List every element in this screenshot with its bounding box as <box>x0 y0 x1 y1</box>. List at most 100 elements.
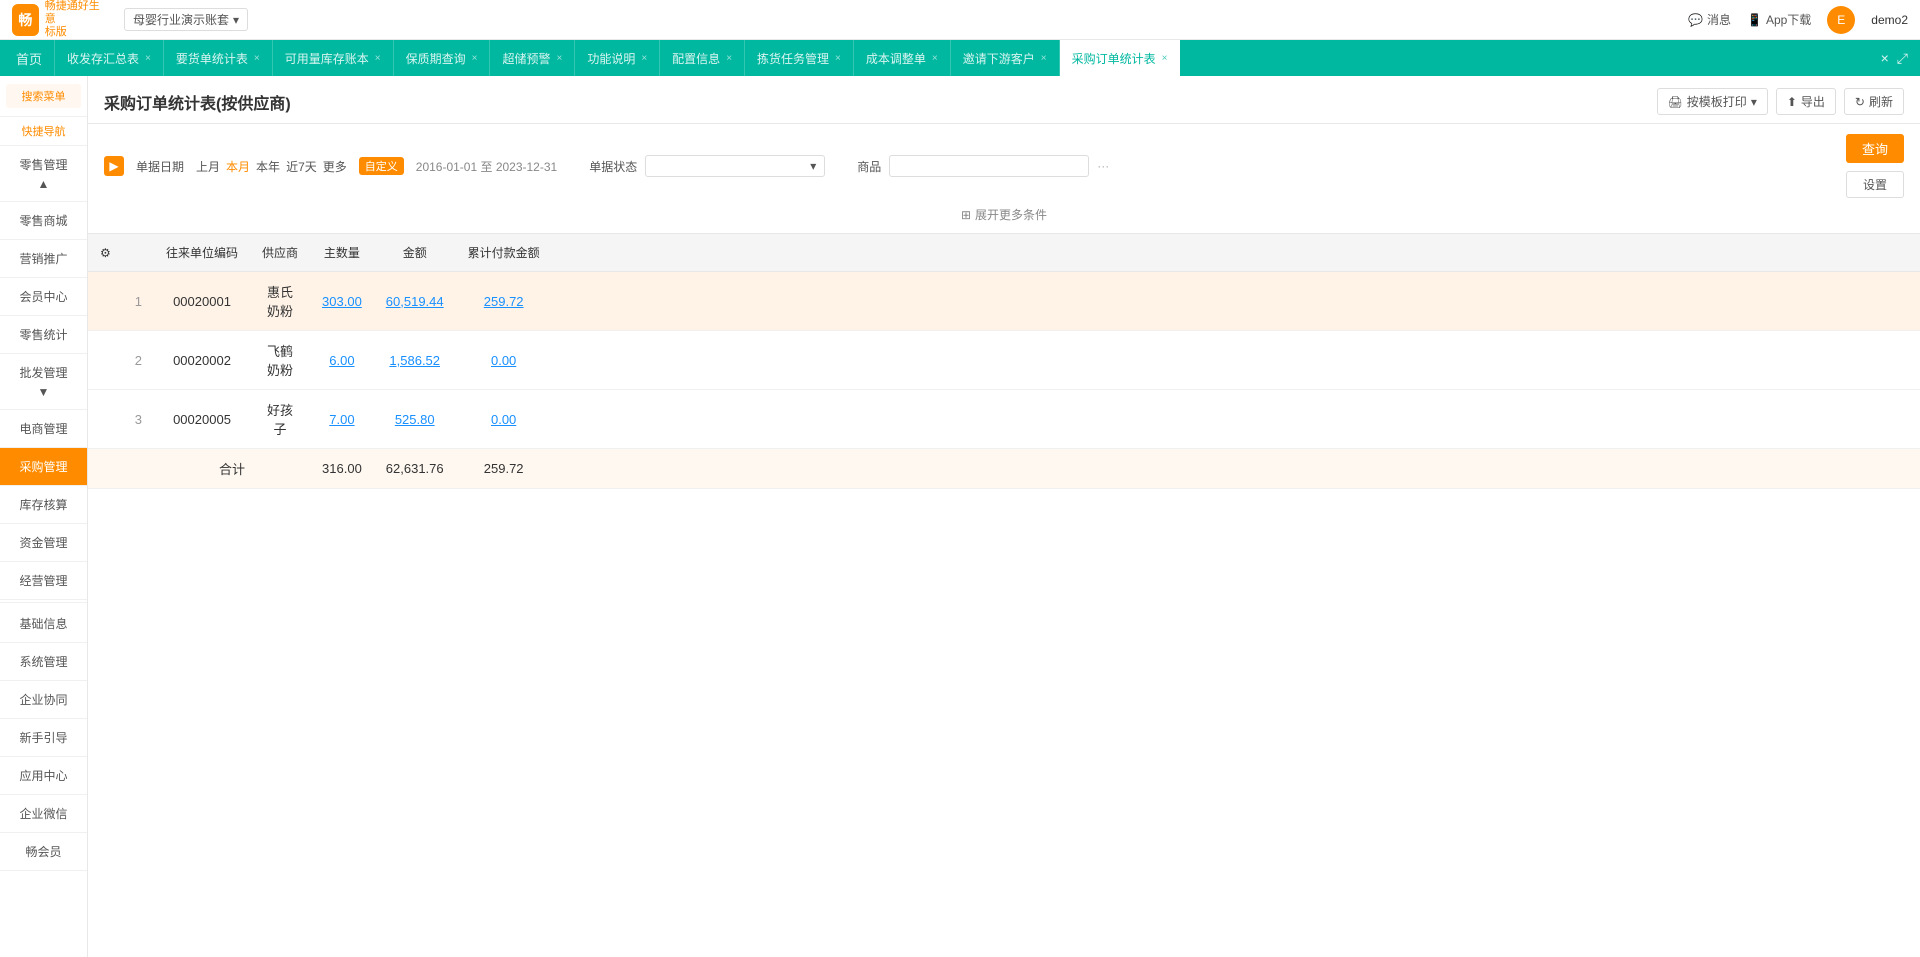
close-icon[interactable]: × <box>145 53 151 64</box>
table-row[interactable]: 1 00020001 惠氏奶粉 303.00 60,519.44 259.72 <box>88 272 1920 331</box>
cell-code: 00020005 <box>154 390 250 449</box>
more-filters-icon[interactable]: ··· <box>1097 159 1109 173</box>
goods-label: 商品 <box>857 158 881 175</box>
close-icon[interactable]: × <box>1041 53 1047 64</box>
sidebar-item-appcenter[interactable]: 应用中心 <box>0 757 87 795</box>
shortcut-7days[interactable]: 近7天 <box>286 158 317 175</box>
query-button[interactable]: 查询 <box>1846 134 1904 163</box>
sidebar-item-vip[interactable]: 畅会员 <box>0 833 87 871</box>
action-buttons: 查询 设置 <box>1846 134 1904 198</box>
tab-expiry[interactable]: 保质期查询 × <box>394 40 491 76</box>
shortcut-more[interactable]: 更多 <box>323 158 347 175</box>
print-button[interactable]: 🖨 按模板打印 ▾ <box>1657 88 1768 115</box>
setting-button[interactable]: 设置 <box>1846 171 1904 198</box>
close-window-icon[interactable]: × <box>1881 50 1889 66</box>
cell-quantity[interactable]: 303.00 <box>310 272 374 331</box>
cell-paid[interactable]: 0.00 <box>456 390 552 449</box>
cell-amount[interactable]: 60,519.44 <box>374 272 456 331</box>
sidebar-quick-nav[interactable]: 快捷导航 <box>0 117 87 146</box>
table-row[interactable]: 3 00020005 好孩子 7.00 525.80 0.00 <box>88 390 1920 449</box>
close-icon[interactable]: × <box>726 53 732 64</box>
close-icon[interactable]: × <box>1162 53 1168 64</box>
sidebar-item-system[interactable]: 系统管理 <box>0 643 87 681</box>
cell-rownum: 2 <box>123 331 154 390</box>
shortcut-this-month[interactable]: 本月 <box>226 158 250 175</box>
close-icon[interactable]: × <box>254 53 260 64</box>
tab-purchase-stat[interactable]: 采购订单统计表 × <box>1060 40 1181 76</box>
close-icon[interactable]: × <box>472 53 478 64</box>
col-code: 往来单位编码 <box>154 234 250 272</box>
tab-function[interactable]: 功能说明 × <box>575 40 660 76</box>
sidebar-item-retail-shop[interactable]: 零售商城 <box>0 202 87 240</box>
cell-paid[interactable]: 259.72 <box>456 272 552 331</box>
shortcut-last-month[interactable]: 上月 <box>196 158 220 175</box>
date-shortcuts: 上月 本月 本年 近7天 更多 <box>196 158 347 175</box>
tab-overstock[interactable]: 超储预警 × <box>490 40 575 76</box>
refresh-button[interactable]: ↻ 刷新 <box>1844 88 1904 115</box>
user-name[interactable]: demo2 <box>1871 13 1908 27</box>
cell-settings <box>88 272 123 331</box>
cell-quantity[interactable]: 7.00 <box>310 390 374 449</box>
sidebar-item-guide[interactable]: 新手引导 <box>0 719 87 757</box>
filter-row-1: ▶ 单据日期 上月 本月 本年 近7天 更多 自定义 2016-01-01 至 … <box>104 134 1904 198</box>
sidebar-item-wechat[interactable]: 企业微信 <box>0 795 87 833</box>
tab-inventory-book[interactable]: 可用量库存账本 × <box>273 40 394 76</box>
tab-invite[interactable]: 邀请下游客户 × <box>951 40 1060 76</box>
sidebar-item-operation[interactable]: 经营管理 <box>0 562 87 600</box>
goods-input[interactable] <box>889 155 1089 177</box>
tab-receive-summary[interactable]: 收发存汇总表 × <box>55 40 164 76</box>
close-icon[interactable]: × <box>641 53 647 64</box>
tab-config[interactable]: 配置信息 × <box>660 40 745 76</box>
tab-pick-task[interactable]: 拣货任务管理 × <box>745 40 854 76</box>
close-icon[interactable]: × <box>835 53 841 64</box>
footer-amount: 62,631.76 <box>374 449 456 489</box>
search-menu-button[interactable]: 搜索菜单 <box>6 84 81 108</box>
sidebar-item-finance[interactable]: 资金管理 <box>0 524 87 562</box>
workspace-selector[interactable]: 母婴行业演示账套 ▾ <box>124 8 248 31</box>
table-area: ⚙ 往来单位编码 供应商 主数量 金额 累计付款金额 1 00020001 惠氏… <box>88 234 1920 957</box>
avatar-char: E <box>1837 13 1845 27</box>
expand-label: 展开更多条件 <box>975 206 1047 223</box>
close-icon[interactable]: × <box>375 53 381 64</box>
tab-home[interactable]: 首页 <box>4 40 55 76</box>
cell-rownum: 1 <box>123 272 154 331</box>
sidebar-item-ecommerce[interactable]: 电商管理 <box>0 410 87 448</box>
col-quantity: 主数量 <box>310 234 374 272</box>
topbar: 畅 畅捷通好生意标版 母婴行业演示账套 ▾ 💬 消息 📱 App下载 E dem… <box>0 0 1920 40</box>
expand-filter-button[interactable]: ⊞ 展开更多条件 <box>104 206 1904 223</box>
close-icon[interactable]: × <box>932 53 938 64</box>
data-table: ⚙ 往来单位编码 供应商 主数量 金额 累计付款金额 1 00020001 惠氏… <box>88 234 1920 489</box>
status-select[interactable]: ▾ <box>645 155 825 177</box>
sidebar-item-collab[interactable]: 企业协同 <box>0 681 87 719</box>
cell-quantity[interactable]: 6.00 <box>310 331 374 390</box>
sidebar-item-retail-stat[interactable]: 零售统计 <box>0 316 87 354</box>
cell-amount[interactable]: 1,586.52 <box>374 331 456 390</box>
sidebar-item-inventory[interactable]: 库存核算 <box>0 486 87 524</box>
table-row[interactable]: 2 00020002 飞鹤奶粉 6.00 1,586.52 0.00 <box>88 331 1920 390</box>
filter-toggle[interactable]: ▶ <box>104 156 124 176</box>
close-icon[interactable]: × <box>556 53 562 64</box>
sidebar-divider <box>0 602 87 603</box>
cell-code: 00020001 <box>154 272 250 331</box>
sidebar-item-retail[interactable]: 零售管理 ▲ <box>0 146 87 202</box>
custom-date-tag[interactable]: 自定义 <box>359 157 404 175</box>
maximize-icon[interactable]: ⤢ <box>1897 50 1908 67</box>
cell-amount[interactable]: 525.80 <box>374 390 456 449</box>
sidebar-item-basic[interactable]: 基础信息 <box>0 605 87 643</box>
sidebar-item-marketing[interactable]: 营销推广 <box>0 240 87 278</box>
sidebar-item-wholesale[interactable]: 批发管理 ▼ <box>0 354 87 410</box>
cell-supplier: 好孩子 <box>250 390 310 449</box>
export-button[interactable]: ⬆ 导出 <box>1776 88 1836 115</box>
tab-cost-adjust[interactable]: 成本调整单 × <box>854 40 951 76</box>
sidebar-item-member[interactable]: 会员中心 <box>0 278 87 316</box>
tab-order-stat[interactable]: 要货单统计表 × <box>164 40 273 76</box>
cell-paid[interactable]: 0.00 <box>456 331 552 390</box>
message-button[interactable]: 💬 消息 <box>1688 11 1731 28</box>
app-download-button[interactable]: 📱 App下载 <box>1747 11 1811 28</box>
shortcut-this-year[interactable]: 本年 <box>256 158 280 175</box>
date-label: 单据日期 <box>136 158 184 175</box>
expand-icon: ▼ <box>38 385 50 399</box>
export-icon: ⬆ <box>1787 95 1797 109</box>
sidebar-item-purchase[interactable]: 采购管理 <box>0 448 87 486</box>
col-supplier: 供应商 <box>250 234 310 272</box>
